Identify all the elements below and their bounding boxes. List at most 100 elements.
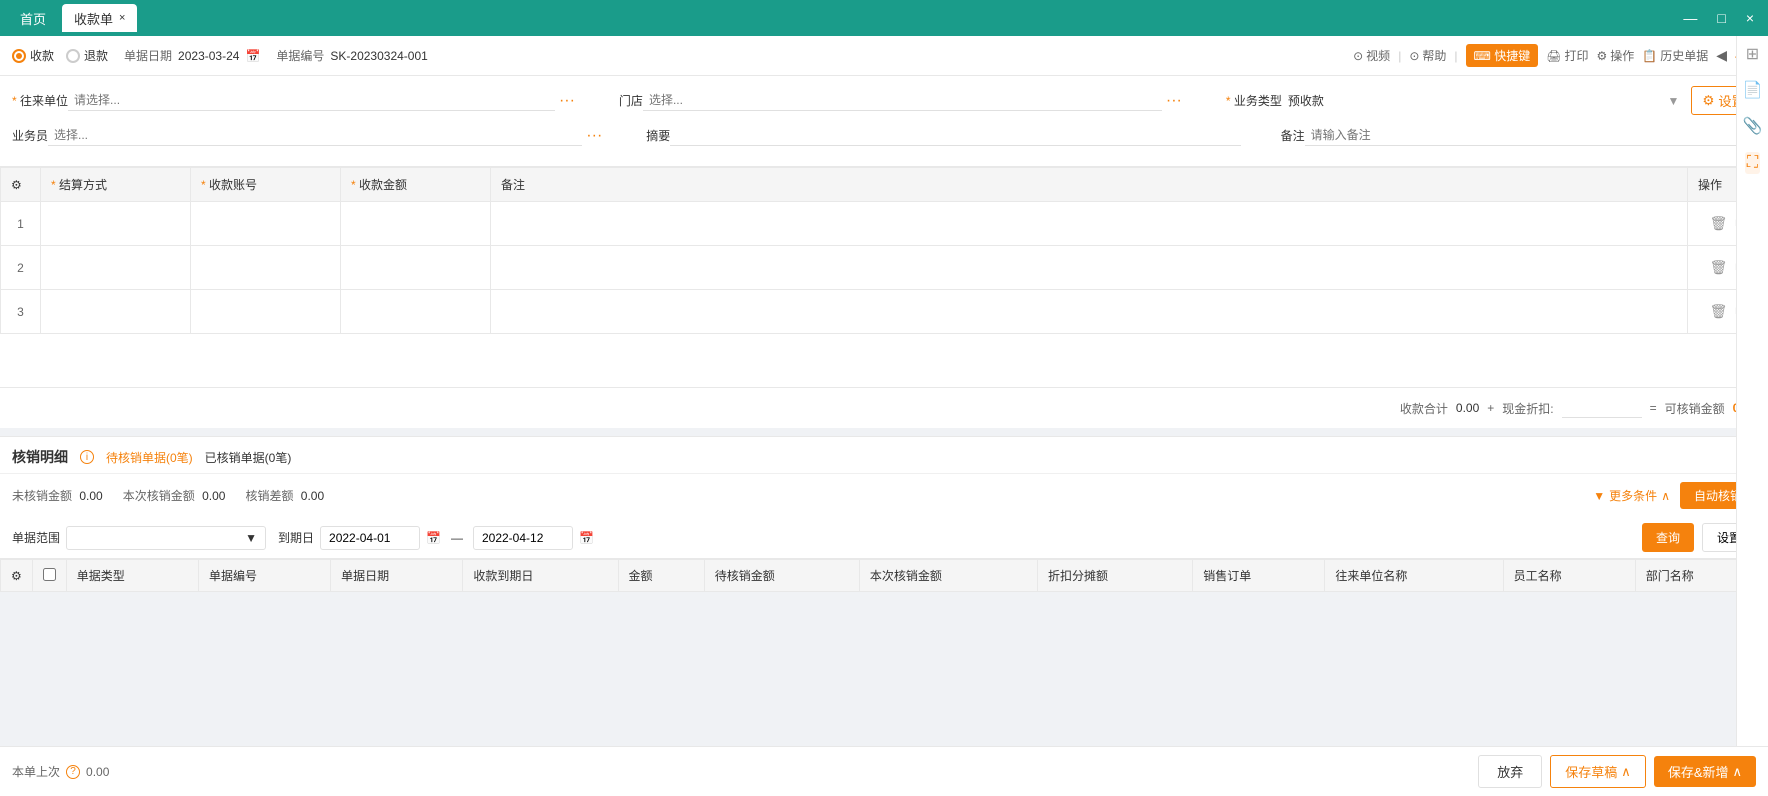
delete-icon-1[interactable]: 🗑 [1710,215,1728,232]
tab-home-label: 首页 [20,9,46,28]
nav-prev[interactable]: ◀ [1716,47,1727,64]
shortcuts-btn[interactable]: ⌨ 快捷键 [1466,44,1539,67]
summary-label: 摘要 [646,127,670,144]
delete-icon-2[interactable]: 🗑 [1710,259,1728,276]
verify-check-header[interactable] [32,560,66,592]
range-label: 单据范围 [12,529,60,546]
number-field: 单据编号 SK-20230324-001 [276,47,427,64]
sidebar-doc-icon[interactable]: 📄 [1743,80,1763,100]
shortcuts-label: 快捷键 [1494,49,1530,63]
discard-button[interactable]: 放弃 [1478,755,1542,788]
verify-done-tab[interactable]: 已核销单据(0笔) [205,449,292,466]
table-settings-icon[interactable]: ⚙ [11,178,22,192]
print-btn[interactable]: 🖨 打印 [1546,47,1588,64]
bottom-hint: 本单上次 ? 0.00 [12,763,109,780]
verify-sales-header: 销售订单 [1193,560,1325,592]
store-more-btn[interactable]: ··· [1162,92,1186,110]
gear-icon: ⚙ [1702,93,1714,109]
query-btn[interactable]: 查询 [1642,523,1694,552]
print-label: 打印 [1564,47,1588,64]
form-row-2: 业务员 ··· 摘要 备注 [12,125,1756,146]
row-settle-2[interactable] [41,246,191,290]
verify-header: 核销明细 i 待核销单据(0笔) 已核销单据(0笔) [0,437,1768,474]
note-input[interactable] [1305,125,1756,146]
row-note-3[interactable] [491,290,1688,334]
staff-input[interactable] [48,125,582,146]
row-account-3[interactable] [191,290,341,334]
equals-sign: = [1650,401,1657,415]
verify-pending-header: 待核销金额 [704,560,859,592]
history-btn[interactable]: 📋 历史单据 [1642,47,1708,64]
gear-header[interactable]: ⚙ [1,168,41,202]
tab-current[interactable]: 收款单 × [62,4,137,32]
tab-close-icon[interactable]: × [119,12,125,24]
main-wrapper: 收款 退款 单据日期 2023-03-24 📅 单据编号 SK-20230324… [0,36,1768,796]
sidebar-screen-icon[interactable]: ⛶ [1745,152,1760,174]
staff-more-btn[interactable]: ··· [582,127,606,145]
calendar-icon-1[interactable]: 📅 [426,531,441,545]
discount-input[interactable] [1562,398,1642,418]
save-new-button[interactable]: 保存&新增 ∧ [1654,756,1756,787]
verify-amount-header: 金额 [618,560,704,592]
verify-gear-header[interactable]: ⚙ [1,560,33,592]
verify-pending-tab[interactable]: 待核销单据(0笔) [106,449,193,466]
settle-header: * 结算方式 [41,168,191,202]
row-account-2[interactable] [191,246,341,290]
help-btn[interactable]: ⊙ 帮助 [1409,47,1446,64]
radio-collect-dot [12,49,26,63]
row-amount-3[interactable] [341,290,491,334]
partner-input[interactable] [68,90,555,111]
biz-type-value: 预收款 [1282,92,1664,109]
diff-stat: 核销差额 0.00 [245,487,324,504]
close-button[interactable]: × [1740,8,1760,28]
save-draft-button[interactable]: 保存草稿 ∧ [1550,755,1646,788]
due-end-input[interactable] [473,526,573,550]
due-start-input[interactable] [320,526,420,550]
filter-icon: ▼ [1593,489,1605,503]
hint-info-icon[interactable]: ? [66,765,80,779]
select-all-checkbox[interactable] [43,568,56,581]
video-btn[interactable]: ⊙ 视频 [1353,47,1390,64]
tab-home[interactable]: 首页 [8,4,58,32]
save-new-arrow-icon: ∧ [1732,764,1742,780]
operations-btn[interactable]: ⚙ 操作 [1596,47,1634,64]
form-area: * 往来单位 ··· 门店 ··· * [0,76,1768,167]
verify-gear-icon[interactable]: ⚙ [11,569,22,583]
number-value: SK-20230324-001 [330,49,427,63]
store-input[interactable] [643,90,1162,111]
radio-refund[interactable]: 退款 [66,47,108,64]
range-select[interactable]: ▼ [66,526,266,550]
radio-group: 收款 退款 [12,47,108,64]
row-note-1[interactable] [491,202,1688,246]
summary-field: 摘要 [646,125,1240,146]
help-icon: ⊙ [1409,49,1419,63]
note-header: 备注 [491,168,1688,202]
total-label: 收款合计 [1400,400,1448,417]
partner-field: * 往来单位 ··· [12,90,579,111]
row-amount-2[interactable] [341,246,491,290]
date-icon[interactable]: 📅 [245,49,260,63]
verify-info-icon[interactable]: i [80,450,94,464]
maximize-button[interactable]: □ [1711,8,1731,28]
minimize-button[interactable]: — [1677,8,1703,28]
sidebar-attach-icon[interactable]: 📎 [1743,116,1763,136]
row-account-1[interactable] [191,202,341,246]
shortcuts-icon: ⌨ [1474,49,1491,63]
row-note-2[interactable] [491,246,1688,290]
biz-type-dropdown-icon[interactable]: ▼ [1668,94,1680,108]
row-amount-1[interactable] [341,202,491,246]
row-settle-1[interactable] [41,202,191,246]
row-settle-3[interactable] [41,290,191,334]
sidebar-table-icon[interactable]: ⊞ [1746,44,1759,64]
tab-bar: 首页 收款单 × — □ × [0,0,1768,36]
delete-icon-3[interactable]: 🗑 [1710,303,1728,320]
radio-collect[interactable]: 收款 [12,47,54,64]
main-panel: 收款 退款 单据日期 2023-03-24 📅 单据编号 SK-20230324… [0,36,1768,796]
calendar-icon-2[interactable]: 📅 [579,531,594,545]
video-icon: ⊙ [1353,49,1363,63]
row-seq-1: 1 [1,202,41,246]
summary-input[interactable] [670,125,1240,146]
more-conditions-btn[interactable]: ▼ 更多条件 ∧ [1593,487,1670,504]
radio-collect-label: 收款 [30,47,54,64]
partner-more-btn[interactable]: ··· [555,92,579,110]
